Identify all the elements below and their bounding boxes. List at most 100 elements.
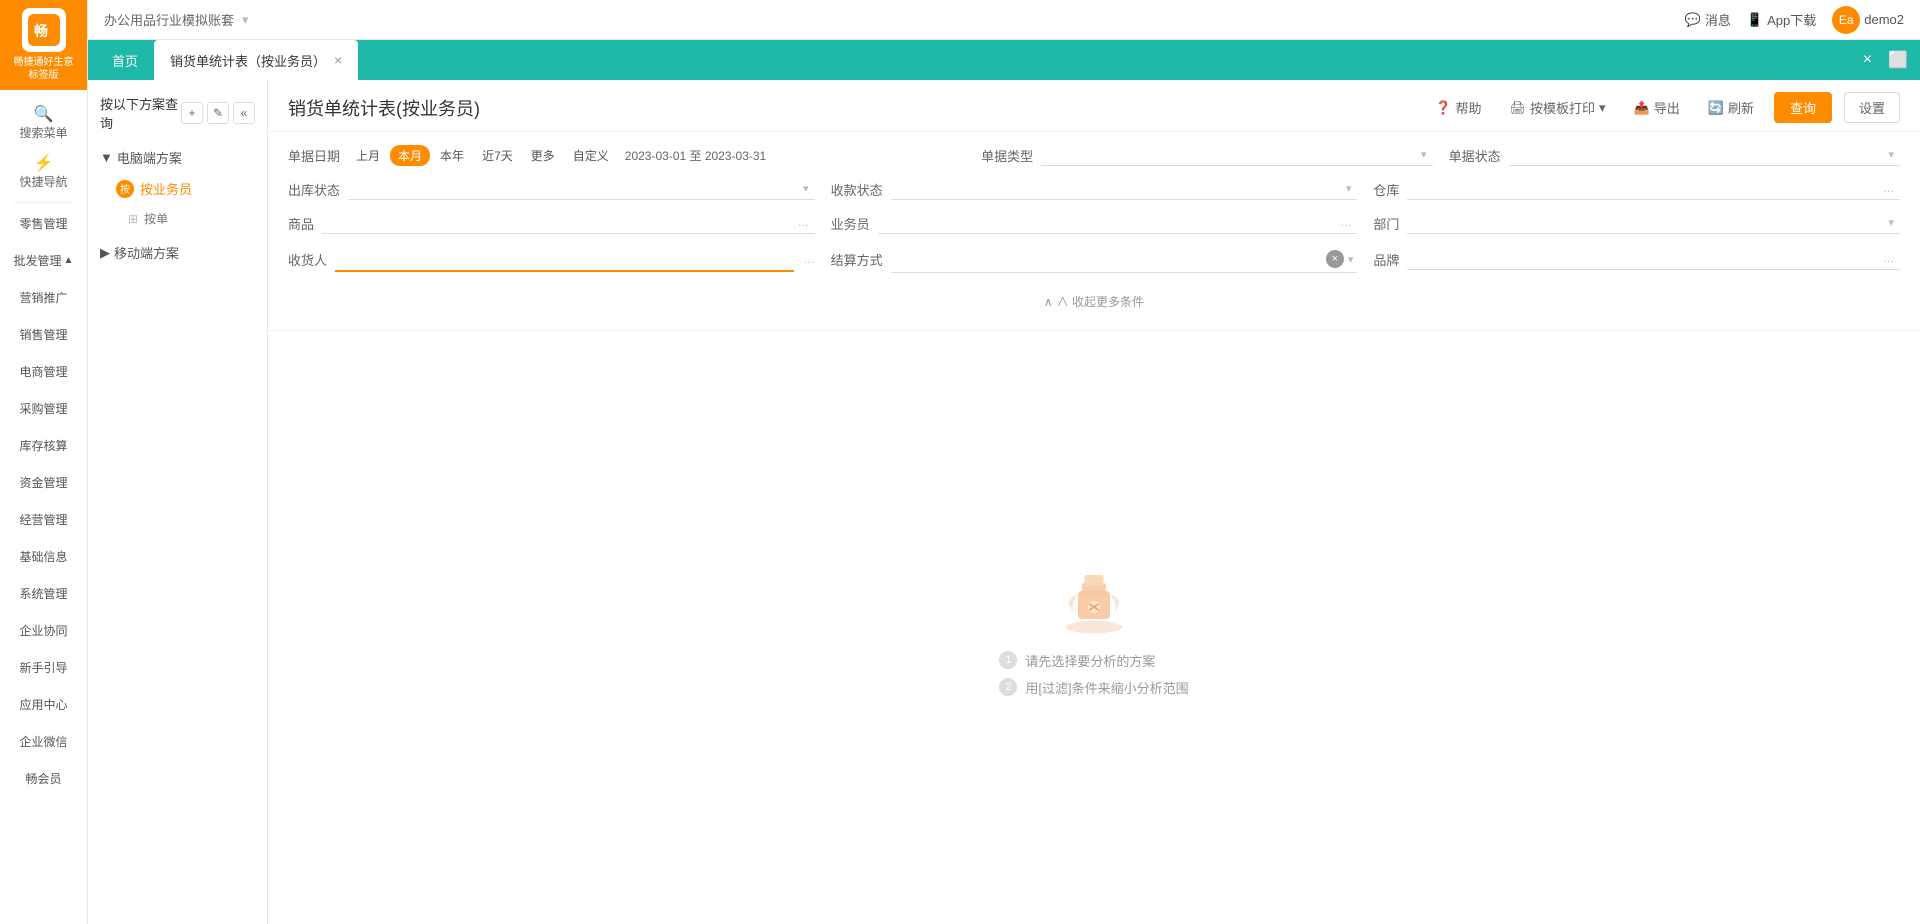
sidebar-item-enterprise[interactable]: 企业协同	[4, 614, 84, 647]
user-avatar: Ea	[1832, 6, 1860, 34]
scheme-panel-actions: + ✎ «	[181, 102, 255, 124]
tab-home[interactable]: 首页	[96, 40, 154, 80]
filter-warehouse: 仓库 …	[1373, 179, 1900, 200]
scheme-item-by-order[interactable]: ⊞ 按单	[88, 204, 267, 233]
print-icon: 🖨	[1510, 100, 1527, 116]
settle-method-label: 结算方式	[831, 250, 883, 269]
settle-dropdown-icon: ▾	[1348, 253, 1354, 266]
sidebar-item-app-center[interactable]: 应用中心	[4, 688, 84, 721]
receiver-input[interactable]	[335, 247, 794, 272]
sidebar-item-system[interactable]: 系统管理	[4, 577, 84, 610]
mobile-scheme-group-title[interactable]: ▶ 移动端方案	[88, 237, 267, 268]
filter-dept-select[interactable]: ▾	[1407, 212, 1900, 234]
filter-salesperson-select[interactable]: …	[878, 213, 1358, 234]
receipt-status-label: 收款状态	[831, 180, 883, 199]
stock-status-label: 出库状态	[288, 180, 340, 199]
sidebar-item-purchase[interactable]: 采购管理	[4, 392, 84, 425]
svg-text:畅: 畅	[34, 23, 48, 39]
sidebar-item-enterprise-wechat[interactable]: 企业微信	[4, 725, 84, 758]
date-tab-this-year[interactable]: 本年	[432, 145, 472, 166]
page-header-actions: ❓ 帮助 🖨 按模板打印 ▾ 📤 导出 🔄 刷新	[1427, 92, 1900, 123]
filter-settle-method-select[interactable]: × ▾	[891, 246, 1358, 273]
filter-date: 单据日期 上月 本月 本年 近7天 更多 自定义 2023-03-01 至 20…	[288, 145, 965, 166]
warehouse-dropdown-icon: …	[1883, 183, 1894, 195]
topbar-dropdown-icon[interactable]: ▾	[242, 12, 249, 28]
window-close-btn[interactable]: ×	[1859, 46, 1876, 74]
filter-doc-status-select[interactable]: ▾	[1509, 144, 1900, 166]
settle-clear-btn[interactable]: ×	[1326, 250, 1344, 268]
filter-row-4: 收货人 … 结算方式 × ▾	[288, 246, 1900, 273]
pc-scheme-group-title[interactable]: ▼ 电脑端方案	[88, 142, 267, 173]
empty-state: 1 请先选择要分析的方案 2 用[过滤]条件来缩小分析范围	[268, 331, 1920, 924]
filter-dept: 部门 ▾	[1373, 212, 1900, 234]
scheme-item-by-salesperson[interactable]: 按 按业务员	[88, 173, 267, 204]
user-profile-btn[interactable]: Ea demo2	[1832, 6, 1904, 34]
filter-receipt-status-select[interactable]: ▾	[891, 178, 1358, 200]
message-icon: 💬	[1685, 12, 1701, 28]
sidebar-item-operations[interactable]: 经营管理	[4, 503, 84, 536]
topbar-left: 办公用品行业模拟账套 ▾	[104, 10, 249, 29]
tip-num-2: 2	[999, 678, 1017, 696]
receiver-label: 收货人	[288, 250, 327, 269]
tab-close-icon[interactable]: ×	[334, 52, 342, 68]
sidebar-search-menu[interactable]: 🔍 搜索菜单	[4, 98, 84, 147]
filter-area: 单据日期 上月 本月 本年 近7天 更多 自定义 2023-03-01 至 20…	[268, 132, 1920, 331]
pc-group-expand-icon: ▼	[100, 150, 113, 165]
message-btn[interactable]: 💬 消息	[1685, 10, 1731, 29]
sidebar-item-basic-info[interactable]: 基础信息	[4, 540, 84, 573]
print-btn[interactable]: 🖨 按模板打印 ▾	[1502, 94, 1614, 121]
scheme-edit-btn[interactable]: ✎	[207, 102, 229, 124]
date-tab-7-days[interactable]: 近7天	[474, 145, 521, 166]
refresh-btn[interactable]: 🔄 刷新	[1700, 94, 1762, 121]
sidebar-item-member[interactable]: 畅会员	[4, 762, 84, 795]
filter-stock-status: 出库状态 ▾	[288, 178, 815, 200]
date-tab-this-month[interactable]: 本月	[390, 145, 430, 166]
main-panel: 销货单统计表(按业务员) ❓ 帮助 🖨 按模板打印 ▾ 📤 导出	[268, 80, 1920, 924]
scheme-add-btn[interactable]: +	[181, 102, 203, 124]
warehouse-label: 仓库	[1373, 180, 1399, 199]
sidebar-item-marketing[interactable]: 营销推广	[4, 281, 84, 314]
download-icon: 📱	[1747, 12, 1763, 28]
filter-goods-select[interactable]: …	[322, 213, 815, 234]
sidebar-item-retail[interactable]: 零售管理	[4, 207, 84, 240]
date-range-value: 2023-03-01 至 2023-03-31	[625, 147, 766, 164]
help-btn[interactable]: ❓ 帮助	[1427, 94, 1489, 121]
scheme-collapse-btn[interactable]: «	[233, 102, 255, 124]
sidebar-item-inventory[interactable]: 库存核算	[4, 429, 84, 462]
refresh-icon: 🔄	[1708, 100, 1724, 116]
filter-doc-type: 单据类型 ▾	[981, 144, 1432, 166]
receiver-extra-icon[interactable]: …	[804, 254, 815, 266]
dept-label: 部门	[1373, 214, 1399, 233]
doc-status-label: 单据状态	[1449, 146, 1501, 165]
brand-dropdown-icon: …	[1883, 253, 1894, 265]
query-btn[interactable]: 查询	[1774, 92, 1832, 123]
scheme-header-label: 按以下方案查询	[100, 94, 181, 132]
tab-sales-stat[interactable]: 销货单统计表（按业务员） ×	[154, 40, 358, 80]
filter-brand-select[interactable]: …	[1407, 249, 1900, 270]
app-logo[interactable]: 畅 畅捷通好生意 标签版	[0, 0, 87, 90]
mobile-group-expand-icon: ▶	[100, 245, 110, 261]
settings-btn[interactable]: 设置	[1844, 92, 1900, 123]
filter-settle-method: 结算方式 × ▾	[831, 246, 1358, 273]
export-btn[interactable]: 📤 导出	[1626, 94, 1688, 121]
empty-tips: 1 请先选择要分析的方案 2 用[过滤]条件来缩小分析范围	[999, 651, 1188, 697]
filter-warehouse-select[interactable]: …	[1407, 179, 1900, 200]
sidebar-item-newbie[interactable]: 新手引导	[4, 651, 84, 684]
sidebar-item-ecommerce[interactable]: 电商管理	[4, 355, 84, 388]
date-tab-last-month[interactable]: 上月	[348, 145, 388, 166]
filter-collapse-btn[interactable]: ∧ ∧ 收起更多条件	[288, 285, 1900, 318]
window-max-btn[interactable]: ⬜	[1884, 46, 1912, 74]
scheme-panel: 按以下方案查询 + ✎ « ▼ 电脑端方案 按 按业务员 ⊞ 按单	[88, 80, 268, 924]
sidebar-item-sales[interactable]: 销售管理	[4, 318, 84, 351]
filter-doc-type-select[interactable]: ▾	[1041, 144, 1432, 166]
app-download-btn[interactable]: 📱 App下载	[1747, 10, 1816, 29]
doc-status-dropdown-icon: ▾	[1888, 148, 1894, 161]
sidebar-item-finance[interactable]: 资金管理	[4, 466, 84, 499]
stock-status-dropdown-icon: ▾	[803, 182, 809, 195]
date-tab-more[interactable]: 更多	[523, 145, 563, 166]
filter-brand: 品牌 …	[1373, 249, 1900, 270]
sidebar-item-wholesale[interactable]: 批发管理 ▲	[4, 244, 84, 277]
filter-stock-status-select[interactable]: ▾	[348, 178, 815, 200]
sidebar-shortcut-nav[interactable]: ⚡ 快捷导航	[4, 147, 84, 196]
date-tab-custom[interactable]: 自定义	[565, 145, 617, 166]
